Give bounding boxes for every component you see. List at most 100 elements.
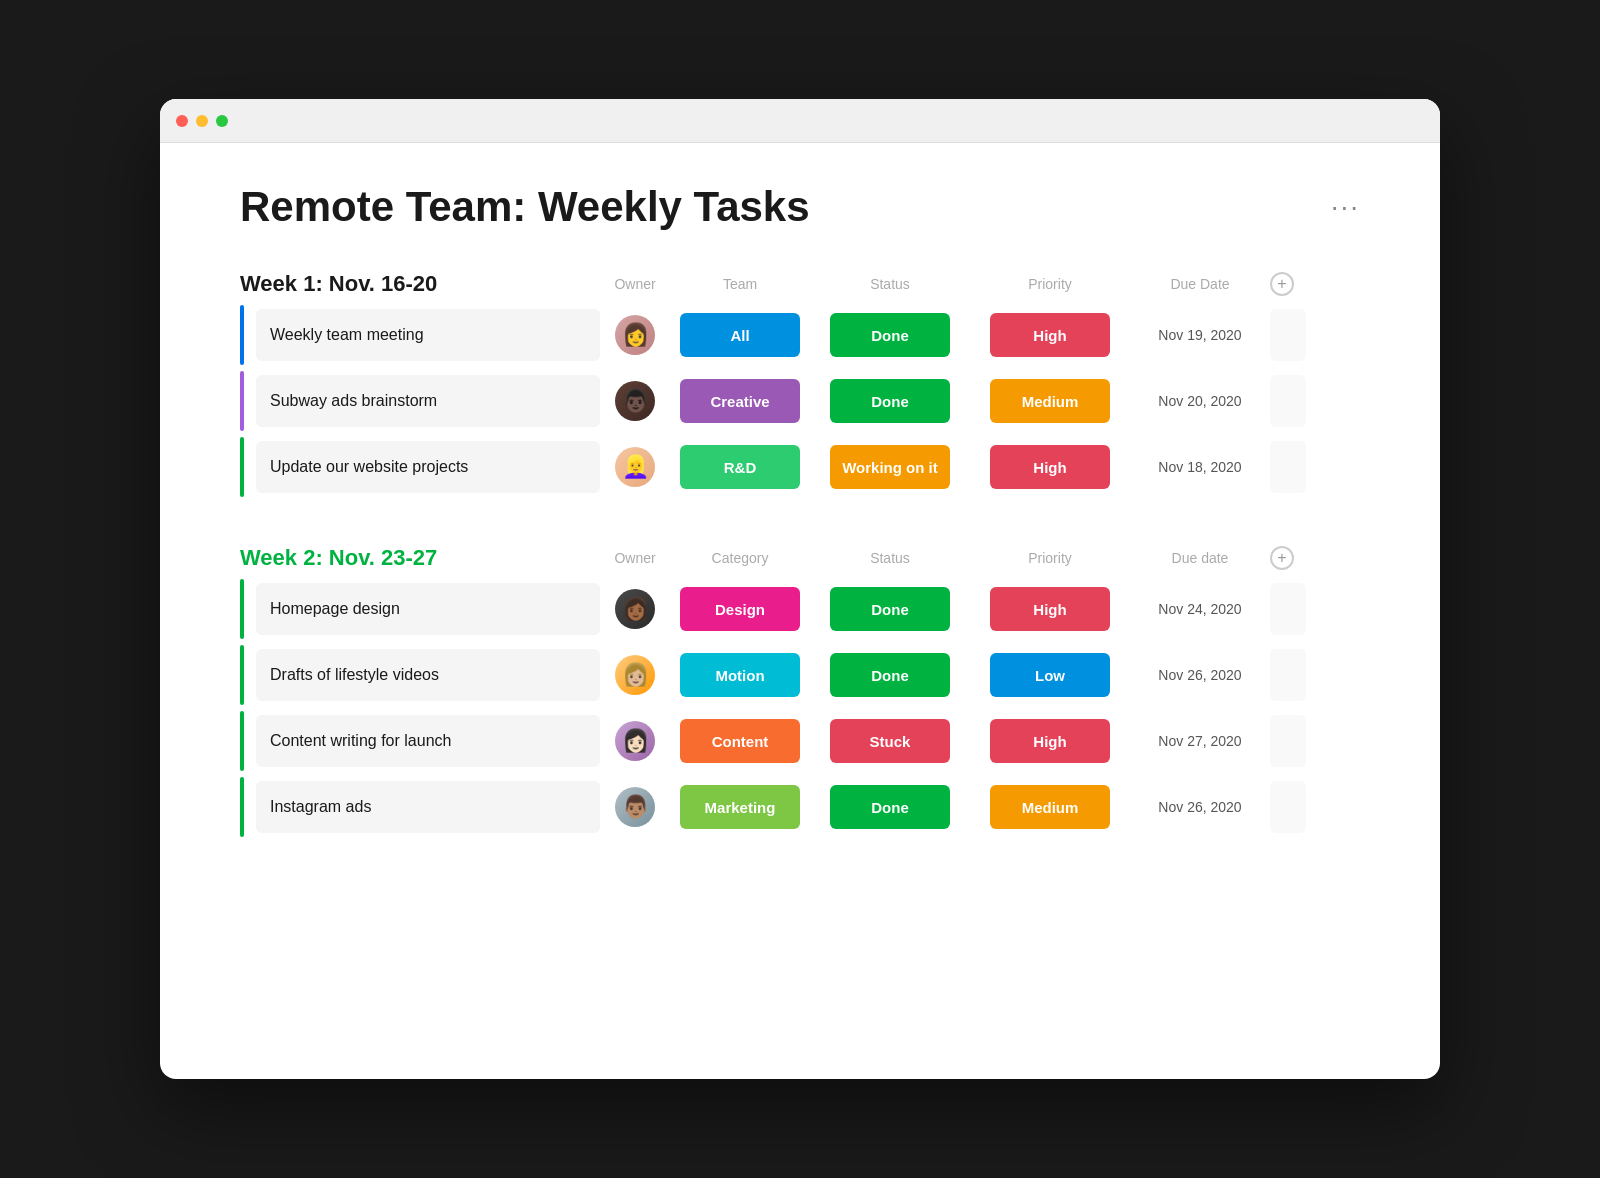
table-row: Homepage design 👩🏾 Design Done (240, 579, 1360, 639)
status-badge[interactable]: Done (830, 587, 950, 631)
due-date: Nov 19, 2020 (1130, 327, 1270, 343)
col-header-due: Due date (1130, 550, 1270, 566)
avatar-emoji: 👩🏾 (622, 598, 649, 620)
col-header-priority: Priority (970, 550, 1130, 566)
more-options-button[interactable]: ··· (1331, 191, 1360, 223)
avatar: 👱‍♀️ (615, 447, 655, 487)
add-column-button[interactable]: + (1270, 272, 1294, 296)
team-badge-cell: Motion (670, 653, 810, 697)
task-data: 👱‍♀️ R&D Working on it High Nov 18, 2020 (600, 441, 1360, 493)
task-name-cell: Instagram ads (240, 777, 600, 837)
task-name[interactable]: Update our website projects (256, 441, 600, 493)
avatar-emoji: 👱‍♀️ (622, 456, 649, 478)
row-border (240, 371, 244, 431)
add-column-button[interactable]: + (1270, 546, 1294, 570)
due-date: Nov 18, 2020 (1130, 459, 1270, 475)
status-badge[interactable]: Done (830, 313, 950, 357)
avatar: 👩 (615, 315, 655, 355)
avatar-cell: 👩 (600, 315, 670, 355)
team-badge[interactable]: Content (680, 719, 800, 763)
row-border (240, 437, 244, 497)
avatar: 👩🏾 (615, 589, 655, 629)
empty-cell (1270, 375, 1306, 427)
col-header-owner: Owner (600, 550, 670, 566)
avatar: 👨🏽 (615, 787, 655, 827)
priority-badge[interactable]: High (990, 445, 1110, 489)
row-border (240, 645, 244, 705)
priority-badge[interactable]: High (990, 313, 1110, 357)
week2-title: Week 2: Nov. 23-27 (240, 545, 600, 571)
status-badge-cell: Stuck (810, 719, 970, 763)
priority-badge[interactable]: Medium (990, 785, 1110, 829)
priority-badge-cell: High (970, 313, 1130, 357)
status-badge[interactable]: Done (830, 785, 950, 829)
team-badge[interactable]: Creative (680, 379, 800, 423)
empty-cell (1270, 309, 1306, 361)
col-header-owner: Owner (600, 276, 670, 292)
empty-cell (1270, 715, 1306, 767)
status-badge[interactable]: Done (830, 653, 950, 697)
task-data: 👨🏿 Creative Done Medium Nov 20, 2020 (600, 375, 1360, 427)
team-badge[interactable]: All (680, 313, 800, 357)
col-header-status: Status (810, 550, 970, 566)
team-badge[interactable]: Marketing (680, 785, 800, 829)
table-row: Drafts of lifestyle videos 👩🏼 Motion Don… (240, 645, 1360, 705)
table-row: Instagram ads 👨🏽 Marketing Done (240, 777, 1360, 837)
priority-badge[interactable]: Low (990, 653, 1110, 697)
week2-section: Week 2: Nov. 23-27 Owner Category Status… (240, 545, 1360, 837)
week1-section: Week 1: Nov. 16-20 Owner Team Status Pri… (240, 271, 1360, 497)
priority-badge[interactable]: High (990, 719, 1110, 763)
team-badge-cell: Creative (670, 379, 810, 423)
priority-badge[interactable]: Medium (990, 379, 1110, 423)
team-badge[interactable]: Design (680, 587, 800, 631)
minimize-dot (196, 115, 208, 127)
task-name[interactable]: Instagram ads (256, 781, 600, 833)
status-badge[interactable]: Working on it (830, 445, 950, 489)
task-name[interactable]: Drafts of lifestyle videos (256, 649, 600, 701)
avatar-cell: 👩🏾 (600, 589, 670, 629)
empty-cell (1270, 441, 1306, 493)
status-badge[interactable]: Stuck (830, 719, 950, 763)
task-name-cell: Homepage design (240, 579, 600, 639)
table-row: Update our website projects 👱‍♀️ R&D Wor… (240, 437, 1360, 497)
avatar-cell: 👩🏻 (600, 721, 670, 761)
row-border (240, 579, 244, 639)
priority-badge[interactable]: High (990, 587, 1110, 631)
task-name-cell: Drafts of lifestyle videos (240, 645, 600, 705)
team-badge[interactable]: R&D (680, 445, 800, 489)
priority-badge-cell: High (970, 445, 1130, 489)
priority-badge-cell: Medium (970, 379, 1130, 423)
team-badge-cell: Content (670, 719, 810, 763)
task-name[interactable]: Subway ads brainstorm (256, 375, 600, 427)
task-name[interactable]: Weekly team meeting (256, 309, 600, 361)
due-date: Nov 24, 2020 (1130, 601, 1270, 617)
row-border (240, 777, 244, 837)
empty-cell (1270, 583, 1306, 635)
col-header-team: Team (670, 276, 810, 292)
avatar-emoji: 👨🏿 (622, 390, 649, 412)
task-name[interactable]: Homepage design (256, 583, 600, 635)
avatar: 👨🏿 (615, 381, 655, 421)
status-badge-cell: Done (810, 587, 970, 631)
page-header: Remote Team: Weekly Tasks ··· (240, 183, 1360, 231)
avatar: 👩🏻 (615, 721, 655, 761)
status-badge[interactable]: Done (830, 379, 950, 423)
status-badge-cell: Done (810, 379, 970, 423)
status-badge-cell: Working on it (810, 445, 970, 489)
avatar: 👩🏼 (615, 655, 655, 695)
task-name-cell: Content writing for launch (240, 711, 600, 771)
week1-title: Week 1: Nov. 16-20 (240, 271, 600, 297)
task-name[interactable]: Content writing for launch (256, 715, 600, 767)
priority-badge-cell: Low (970, 653, 1130, 697)
avatar-emoji: 👩🏻 (622, 730, 649, 752)
priority-badge-cell: Medium (970, 785, 1130, 829)
avatar-emoji: 👩🏼 (622, 664, 649, 686)
empty-cell (1270, 781, 1306, 833)
table-row: Content writing for launch 👩🏻 Content St… (240, 711, 1360, 771)
add-circle-icon: + (1270, 272, 1294, 296)
app-window: Remote Team: Weekly Tasks ··· Week 1: No… (160, 99, 1440, 1079)
avatar-cell: 👱‍♀️ (600, 447, 670, 487)
task-data: 👩🏾 Design Done High Nov 24, 2020 (600, 583, 1360, 635)
avatar-cell: 👨🏽 (600, 787, 670, 827)
team-badge[interactable]: Motion (680, 653, 800, 697)
